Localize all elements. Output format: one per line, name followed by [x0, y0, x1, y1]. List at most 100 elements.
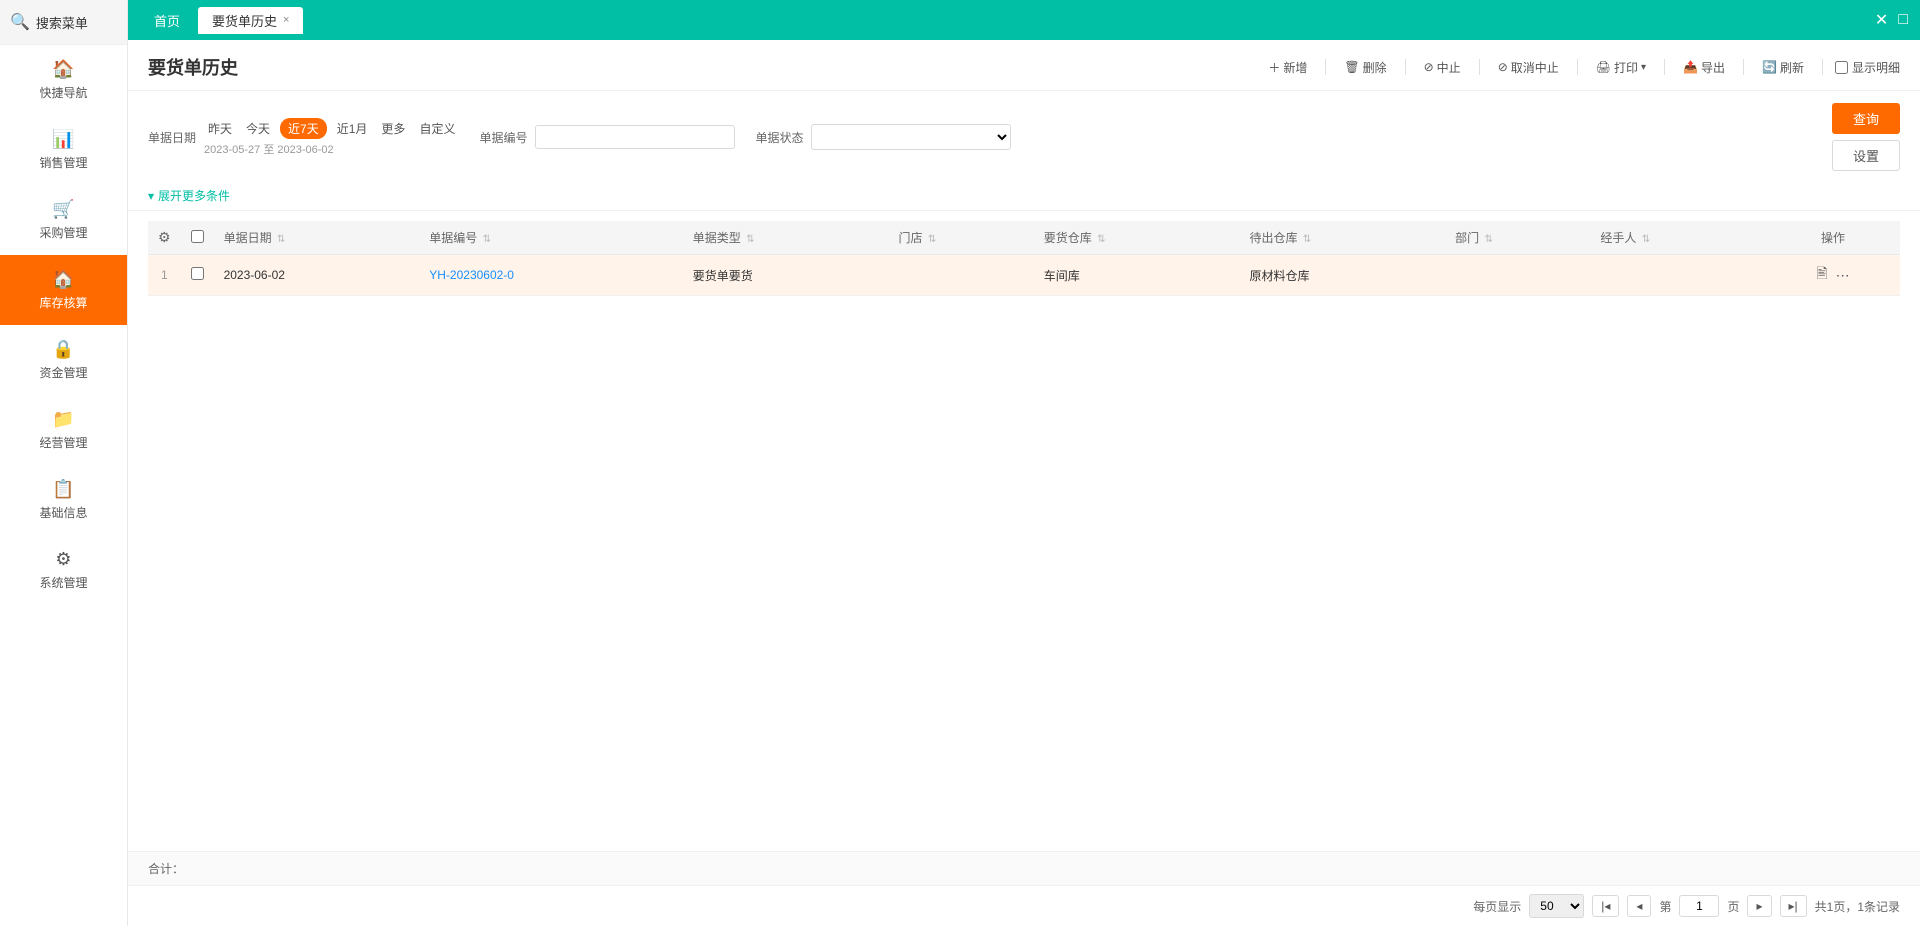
show-detail-input[interactable]	[1835, 61, 1848, 74]
cancel-stop-label: 取消中止	[1511, 59, 1559, 76]
sidebar-item-purchase[interactable]: 🛒 采购管理	[0, 185, 127, 255]
tab-active-label: 要货单历史	[212, 11, 277, 30]
col-billtype-label: 单据类型	[693, 231, 741, 245]
filter-area: 单据日期 昨天 今天 近7天 近1月 更多 自定义 2023-05-27 至 2…	[128, 91, 1920, 211]
settings-button[interactable]: 设置	[1832, 140, 1900, 171]
cancel-stop-button[interactable]: ⊘ 取消中止	[1492, 55, 1565, 80]
sidebar-search[interactable]: 🔍 搜索菜单	[0, 0, 127, 45]
row-billno-link[interactable]: YH-20230602-0	[429, 268, 514, 282]
col-billno-label: 单据编号	[429, 231, 477, 245]
purchase-icon: 🛒	[52, 199, 74, 220]
sort-billno-icon[interactable]: ⇅	[483, 234, 491, 245]
billno-label: 单据编号	[479, 129, 527, 146]
first-page-btn[interactable]: |◂	[1592, 895, 1619, 917]
date-btn-custom[interactable]: 自定义	[415, 118, 459, 139]
system-icon: ⚙	[55, 549, 71, 570]
divider-6	[1743, 59, 1744, 75]
page-title: 要货单历史	[148, 54, 238, 80]
row-req-warehouse: 车间库	[1044, 269, 1080, 283]
window-maximize-btn[interactable]: □	[1898, 11, 1908, 29]
page-input[interactable]	[1679, 895, 1719, 917]
divider-1	[1325, 59, 1326, 75]
filter-date-group: 昨天 今天 近7天 近1月 更多 自定义 2023-05-27 至 2023-0…	[204, 118, 459, 157]
new-label: 新增	[1283, 59, 1307, 76]
col-req-warehouse-label: 要货仓库	[1044, 231, 1092, 245]
sidebar-item-system[interactable]: ⚙ 系统管理	[0, 535, 127, 605]
export-icon: 📤	[1683, 60, 1698, 74]
sidebar-item-sales[interactable]: 📊 销售管理	[0, 115, 127, 185]
summary-label: 合计：	[148, 860, 184, 877]
show-detail-checkbox[interactable]: 显示明细	[1835, 59, 1900, 76]
per-page-select[interactable]: 10 20 50 100	[1529, 894, 1584, 918]
delete-button[interactable]: 🗑 删除	[1338, 55, 1392, 80]
sidebar-item-basic[interactable]: 📋 基础信息	[0, 465, 127, 535]
table-settings-button[interactable]: ⚙	[158, 229, 171, 246]
sort-department-icon[interactable]: ⇅	[1484, 234, 1492, 245]
col-req-warehouse: 要货仓库 ⇅	[1034, 221, 1240, 255]
tab-close-icon[interactable]: ×	[283, 14, 289, 26]
expand-filter-button[interactable]: ▾ 展开更多条件	[148, 181, 1900, 210]
delete-icon: 🗑	[1344, 60, 1359, 74]
row-req-warehouse-cell: 车间库	[1034, 255, 1240, 296]
sort-req-warehouse-icon[interactable]: ⇅	[1097, 234, 1105, 245]
date-btn-more[interactable]: 更多	[377, 118, 409, 139]
next-page-btn[interactable]: ▸	[1747, 895, 1771, 917]
sort-billtype-icon[interactable]: ⇅	[746, 234, 754, 245]
expand-label: 展开更多条件	[158, 187, 230, 204]
window-close-btn[interactable]: ✕	[1875, 10, 1888, 30]
query-button[interactable]: 查询	[1832, 103, 1900, 134]
col-billtype: 单据类型 ⇅	[683, 221, 889, 255]
filter-date-item: 单据日期 昨天 今天 近7天 近1月 更多 自定义 2023-05-27 至 2…	[148, 118, 459, 157]
billno-input[interactable]	[535, 125, 735, 149]
show-detail-label: 显示明细	[1852, 59, 1900, 76]
refresh-button[interactable]: 🔄 刷新	[1756, 55, 1810, 80]
col-checkbox	[181, 221, 214, 255]
row-store-cell	[888, 255, 1033, 296]
col-store: 门店 ⇅	[888, 221, 1033, 255]
sort-handler-icon[interactable]: ⇅	[1642, 234, 1650, 245]
date-btn-1month[interactable]: 近1月	[333, 118, 372, 139]
divider-3	[1479, 59, 1480, 75]
sort-pending-warehouse-icon[interactable]: ⇅	[1303, 234, 1311, 245]
date-range-text: 2023-05-27 至 2023-06-02	[204, 141, 459, 157]
row-checkbox[interactable]	[191, 267, 204, 280]
sidebar-item-finance[interactable]: 🔒 资金管理	[0, 325, 127, 395]
date-btn-today[interactable]: 今天	[242, 118, 274, 139]
tab-active[interactable]: 要货单历史 ×	[198, 7, 303, 34]
operation-icon: 📁	[52, 409, 74, 430]
date-btn-7days[interactable]: 近7天	[280, 118, 327, 139]
tab-home[interactable]: 首页	[140, 7, 194, 34]
date-btn-yesterday[interactable]: 昨天	[204, 118, 236, 139]
row-department-cell	[1445, 255, 1590, 296]
per-page-label: 每页显示	[1473, 898, 1521, 915]
page-actions: ＋ 新增 🗑 删除 ⊘ 中止 ⊘ 取消中止	[1262, 55, 1900, 80]
select-all-checkbox[interactable]	[191, 230, 204, 243]
page-suffix: 页	[1727, 898, 1739, 915]
sidebar-item-operation[interactable]: 📁 经营管理	[0, 395, 127, 465]
stop-button[interactable]: ⊘ 中止	[1418, 55, 1467, 80]
content-area: 要货单历史 ＋ 新增 🗑 删除 ⊘ 中止 ⊘	[128, 40, 1920, 926]
query-buttons: 查询 设置	[1812, 103, 1900, 171]
sidebar-item-quick-nav[interactable]: 🏠 快捷导航	[0, 45, 127, 115]
new-button[interactable]: ＋ 新增	[1262, 55, 1313, 80]
delete-label: 删除	[1363, 59, 1387, 76]
row-op-cell: 🖹 ⋯	[1766, 255, 1900, 296]
row-pending-warehouse-cell: 原材料仓库	[1239, 255, 1445, 296]
export-button[interactable]: 📤 导出	[1677, 55, 1731, 80]
status-select[interactable]	[811, 124, 1011, 150]
sidebar-item-label: 快捷导航	[39, 84, 87, 101]
row-billtype-cell: 要货单要货	[683, 255, 889, 296]
topbar: 首页 要货单历史 × ✕ □	[128, 0, 1920, 40]
divider-5	[1664, 59, 1665, 75]
row-view-icon[interactable]: 🖹	[1816, 263, 1827, 287]
last-page-btn[interactable]: ▸|	[1780, 895, 1807, 917]
sort-store-icon[interactable]: ⇅	[928, 234, 936, 245]
sort-date-icon[interactable]: ⇅	[277, 234, 285, 245]
prev-page-btn[interactable]: ◂	[1627, 895, 1651, 917]
row-more-icon[interactable]: ⋯	[1836, 267, 1850, 284]
export-label: 导出	[1701, 59, 1725, 76]
pagination: 每页显示 10 20 50 100 |◂ ◂ 第 页 ▸ ▸| 共1页，1条记录	[128, 885, 1920, 926]
finance-icon: 🔒	[52, 339, 74, 360]
print-button[interactable]: 🖨 打印 ▾	[1590, 55, 1652, 80]
sidebar-item-inventory[interactable]: 🏠 库存核算	[0, 255, 127, 325]
